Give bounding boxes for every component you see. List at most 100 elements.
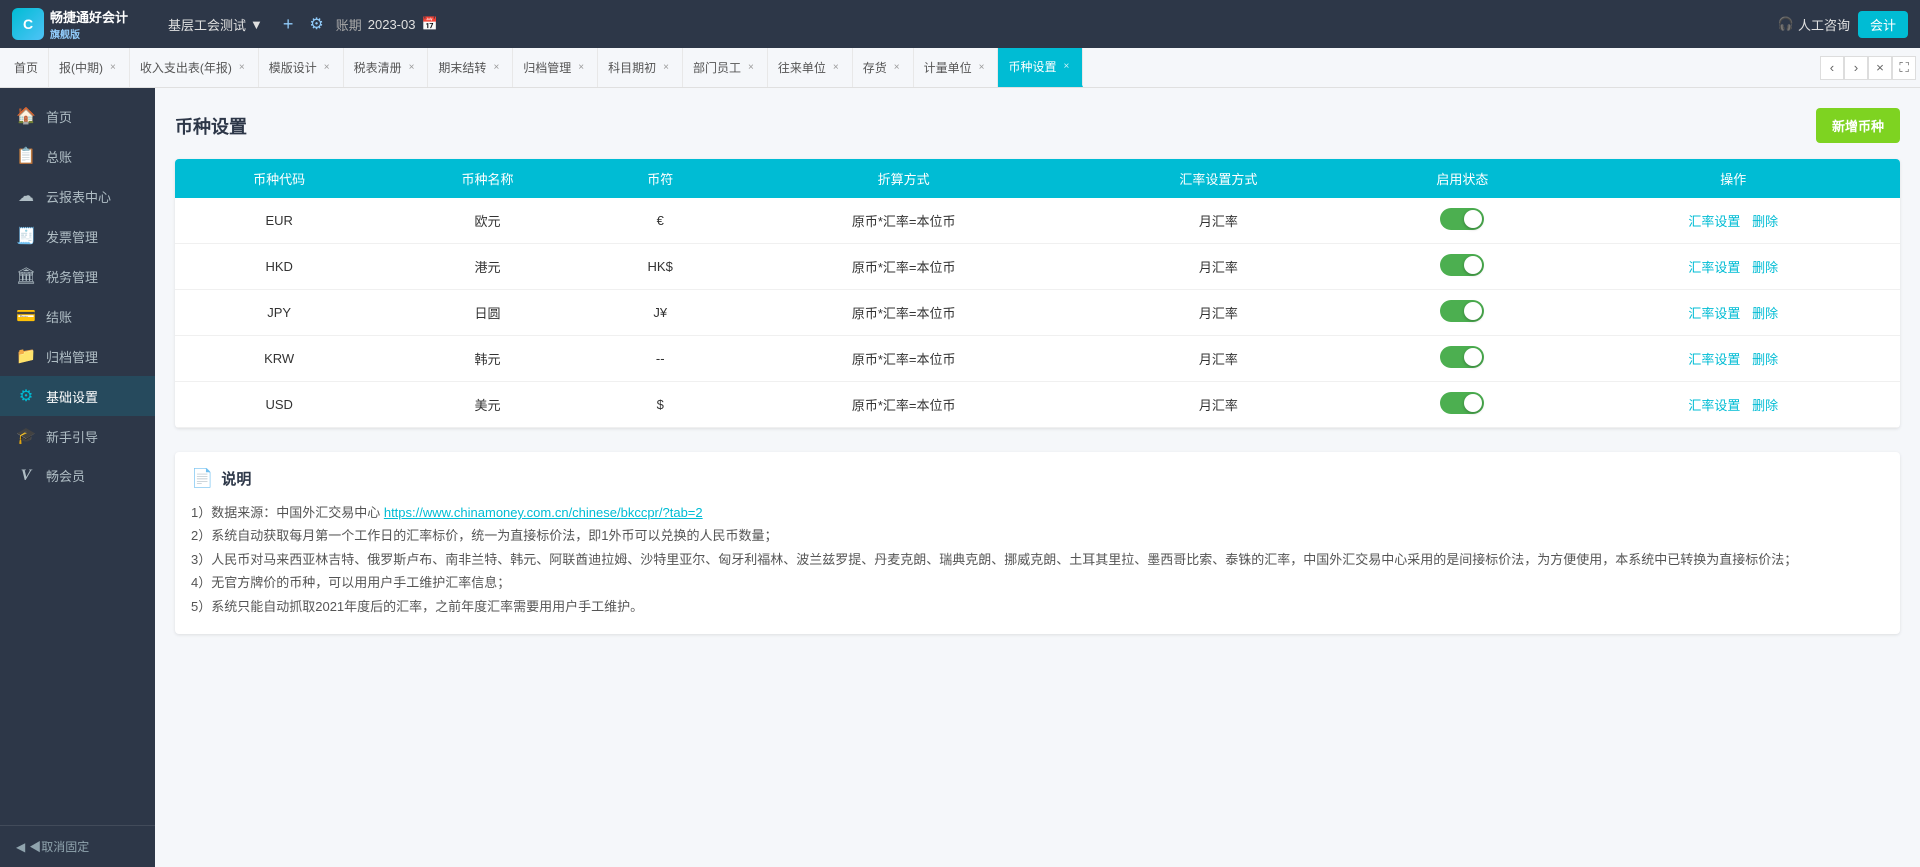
col-header-code: 币种代码 bbox=[175, 159, 383, 198]
delete-link[interactable]: 删除 bbox=[1752, 352, 1778, 367]
calendar-icon[interactable]: 📅 bbox=[421, 16, 437, 32]
tab-home[interactable]: 首页 bbox=[4, 48, 49, 87]
new-currency-button[interactable]: 新增币种 bbox=[1816, 108, 1900, 143]
main-layout: 🏠 首页 📋 总账 ☁ 云报表中心 🧾 发票管理 🏛 税务管理 💳 结账 bbox=[0, 88, 1920, 867]
sidebar-item-invoices[interactable]: 🧾 发票管理 bbox=[0, 216, 155, 256]
tab-close-icon[interactable]: × bbox=[575, 61, 587, 74]
sidebar-item-settings[interactable]: ⚙ 基础设置 bbox=[0, 376, 155, 416]
sidebar-item-home[interactable]: 🏠 首页 bbox=[0, 96, 155, 136]
delete-link[interactable]: 删除 bbox=[1752, 306, 1778, 321]
toggle-switch[interactable] bbox=[1440, 346, 1484, 368]
tab-next-button[interactable]: › bbox=[1844, 56, 1868, 80]
tab-inventory[interactable]: 存货 × bbox=[853, 48, 914, 87]
delete-link[interactable]: 删除 bbox=[1752, 398, 1778, 413]
notes-item: 2）系统自动获取每月第一个工作日的汇率标价，统一为直接标价法，即1外币可以兑换的… bbox=[191, 524, 1884, 547]
cell-code: EUR bbox=[175, 198, 383, 244]
tab-close-icon[interactable]: × bbox=[830, 61, 842, 74]
checkout-icon: 💳 bbox=[16, 306, 36, 326]
member-icon: V bbox=[16, 467, 36, 485]
notes-item: 5）系统只能自动抓取2021年度后的汇率，之前年度汇率需要用用户手工维护。 bbox=[191, 595, 1884, 618]
col-header-conversion: 折算方式 bbox=[729, 159, 1079, 198]
workspace-name: 基层工会测试 bbox=[168, 15, 246, 34]
tab-close-icon[interactable]: × bbox=[406, 61, 418, 74]
notes-item: 3）人民币对马来西亚林吉特、俄罗斯卢布、南非兰特、韩元、阿联酋迪拉姆、沙特里亚尔… bbox=[191, 548, 1884, 571]
tab-close-icon[interactable]: × bbox=[236, 61, 248, 74]
tab-close-icon[interactable]: × bbox=[490, 61, 502, 74]
notes-external-link[interactable]: https://www.chinamoney.com.cn/chinese/bk… bbox=[384, 505, 703, 520]
tab-report-mid[interactable]: 报(中期) × bbox=[49, 48, 130, 87]
tab-close-icon[interactable]: × bbox=[745, 61, 757, 74]
sidebar-item-guide[interactable]: 🎓 新手引导 bbox=[0, 416, 155, 456]
help-label: 人工咨询 bbox=[1798, 15, 1850, 34]
tab-nav-buttons: ‹ › × ⛶ bbox=[1820, 56, 1916, 80]
cell-status bbox=[1358, 198, 1566, 244]
rate-setting-link[interactable]: 汇率设置 bbox=[1688, 214, 1740, 229]
delete-link[interactable]: 删除 bbox=[1752, 214, 1778, 229]
sidebar-item-reports[interactable]: ☁ 云报表中心 bbox=[0, 176, 155, 216]
tab-currency[interactable]: 币种设置 × bbox=[998, 48, 1083, 87]
tab-close-icon[interactable]: × bbox=[107, 61, 119, 74]
tab-subject-init[interactable]: 科目期初 × bbox=[598, 48, 683, 87]
cell-name: 日圆 bbox=[383, 290, 591, 336]
toggle-switch[interactable] bbox=[1440, 208, 1484, 230]
top-right: 🎧 人工咨询 会计 bbox=[1778, 11, 1908, 38]
add-workspace-button[interactable]: + bbox=[279, 10, 298, 39]
cell-code: JPY bbox=[175, 290, 383, 336]
tab-close-icon[interactable]: × bbox=[660, 61, 672, 74]
sidebar-item-ledger[interactable]: 📋 总账 bbox=[0, 136, 155, 176]
toggle-switch[interactable] bbox=[1440, 254, 1484, 276]
notes-section: 📄 说明 1）数据来源：中国外汇交易中心 https://www.chinamo… bbox=[175, 452, 1900, 634]
toggle-switch[interactable] bbox=[1440, 300, 1484, 322]
pin-toggle-button[interactable]: ◀ ◀取消固定 bbox=[0, 825, 155, 867]
rate-setting-link[interactable]: 汇率设置 bbox=[1688, 398, 1740, 413]
sidebar-label-reports: 云报表中心 bbox=[46, 187, 111, 206]
tab-close-icon[interactable]: × bbox=[1060, 60, 1072, 73]
tab-close-icon[interactable]: × bbox=[321, 61, 333, 74]
toggle-switch[interactable] bbox=[1440, 392, 1484, 414]
cell-action: 汇率设置 删除 bbox=[1567, 198, 1900, 244]
delete-link[interactable]: 删除 bbox=[1752, 260, 1778, 275]
cell-code: USD bbox=[175, 382, 383, 428]
sidebar-item-archive[interactable]: 📁 归档管理 bbox=[0, 336, 155, 376]
tab-unit[interactable]: 计量单位 × bbox=[914, 48, 999, 87]
tab-label: 往来单位 bbox=[778, 59, 826, 76]
tab-prev-button[interactable]: ‹ bbox=[1820, 56, 1844, 80]
tab-template[interactable]: 模版设计 × bbox=[259, 48, 344, 87]
tab-close-icon[interactable]: × bbox=[976, 61, 988, 74]
tab-archive[interactable]: 归档管理 × bbox=[513, 48, 598, 87]
cell-name: 欧元 bbox=[383, 198, 591, 244]
cell-action: 汇率设置 删除 bbox=[1567, 290, 1900, 336]
cell-name: 港元 bbox=[383, 244, 591, 290]
archive-icon: 📁 bbox=[16, 346, 36, 366]
workspace-selector[interactable]: 基层工会测试 ▼ bbox=[160, 11, 271, 38]
rate-setting-link[interactable]: 汇率设置 bbox=[1688, 352, 1740, 367]
tab-maximize-button[interactable]: ⛶ bbox=[1892, 56, 1916, 80]
tab-tax-list[interactable]: 税表清册 × bbox=[344, 48, 429, 87]
sidebar-label-invoices: 发票管理 bbox=[46, 227, 98, 246]
tab-period-end[interactable]: 期末结转 × bbox=[428, 48, 513, 87]
cell-conversion: 原币*汇率=本位币 bbox=[729, 198, 1079, 244]
period-info: 账期 2023-03 📅 bbox=[336, 15, 438, 34]
cell-symbol: € bbox=[592, 198, 729, 244]
cell-rate-type: 月汇率 bbox=[1079, 290, 1359, 336]
cell-conversion: 原币*汇率=本位币 bbox=[729, 290, 1079, 336]
settings-icon[interactable]: ⚙ bbox=[305, 10, 327, 38]
cell-conversion: 原币*汇率=本位币 bbox=[729, 244, 1079, 290]
notes-header: 📄 说明 bbox=[191, 468, 1884, 489]
account-button[interactable]: 会计 bbox=[1858, 11, 1908, 38]
tab-contacts[interactable]: 往来单位 × bbox=[768, 48, 853, 87]
sidebar-item-member[interactable]: V 畅会员 bbox=[0, 456, 155, 495]
tab-department[interactable]: 部门员工 × bbox=[683, 48, 768, 87]
sidebar-item-checkout[interactable]: 💳 结账 bbox=[0, 296, 155, 336]
tab-close-all-button[interactable]: × bbox=[1868, 56, 1892, 80]
rate-setting-link[interactable]: 汇率设置 bbox=[1688, 306, 1740, 321]
ledger-icon: 📋 bbox=[16, 146, 36, 166]
cell-rate-type: 月汇率 bbox=[1079, 244, 1359, 290]
tab-close-icon[interactable]: × bbox=[891, 61, 903, 74]
sidebar-item-tax[interactable]: 🏛 税务管理 bbox=[0, 256, 155, 296]
tab-income-annual[interactable]: 收入支出表(年报) × bbox=[130, 48, 259, 87]
rate-setting-link[interactable]: 汇率设置 bbox=[1688, 260, 1740, 275]
pin-icon: ◀ bbox=[16, 840, 25, 854]
cloud-icon: ☁ bbox=[16, 186, 36, 206]
help-button[interactable]: 🎧 人工咨询 bbox=[1778, 15, 1850, 34]
